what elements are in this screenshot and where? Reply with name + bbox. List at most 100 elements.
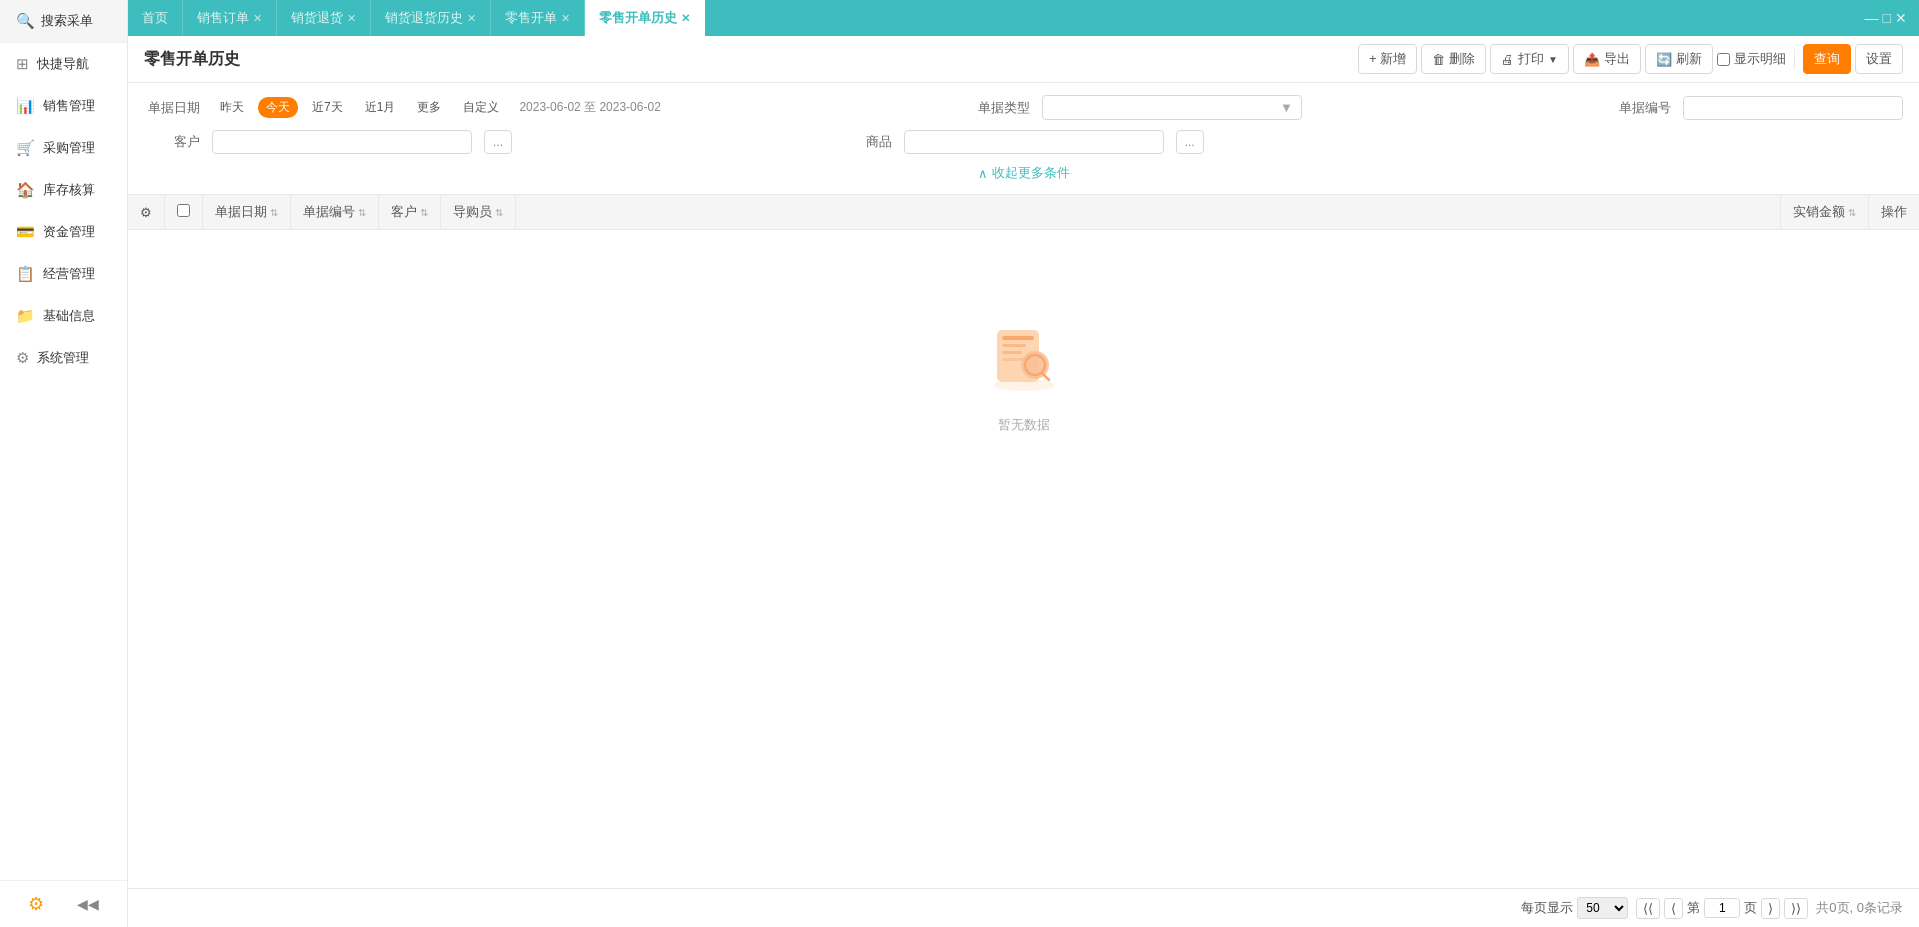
th-action: 操作 [1869, 195, 1920, 230]
settings-bottom-icon[interactable]: ⚙ [28, 893, 44, 915]
sidebar-item-system[interactable]: ⚙ 系统管理 [0, 337, 127, 379]
date-opt-today[interactable]: 今天 [258, 97, 298, 118]
customer-ellipsis-btn[interactable]: ... [484, 130, 512, 154]
date-opt-more[interactable]: 更多 [409, 97, 449, 118]
export-button-label: 导出 [1604, 50, 1630, 68]
collapse-filter-row[interactable]: ∧ 收起更多条件 [144, 164, 1903, 182]
tab-sales-return-history-close[interactable]: ✕ [467, 13, 476, 24]
tabbar: 首页 销售订单 ✕ 销货退货 ✕ 销货退货历史 ✕ 零售开单 ✕ 零售开单历史 … [128, 0, 1919, 36]
th-date[interactable]: 单据日期 ⇅ [203, 195, 291, 230]
delete-button-label: 删除 [1449, 50, 1475, 68]
collapse-sidebar-icon[interactable]: ◀◀ [77, 896, 99, 912]
select-all-checkbox[interactable] [177, 204, 190, 217]
date-sort-icon: ⇅ [270, 207, 278, 218]
date-opt-1month[interactable]: 近1月 [357, 97, 404, 118]
type-filter-select[interactable]: ▼ [1042, 95, 1302, 120]
finance-icon: 💳 [16, 223, 35, 241]
settings-button-label: 设置 [1866, 50, 1892, 68]
sidebar-item-quick-nav[interactable]: ⊞ 快捷导航 [0, 43, 127, 85]
goods-ellipsis-btn[interactable]: ... [1176, 130, 1204, 154]
search-icon: 🔍 [16, 12, 35, 30]
tab-sales-return-close[interactable]: ✕ [347, 13, 356, 24]
tab-sales-return-label: 销货退货 [291, 9, 343, 27]
sidebar-item-label: 系统管理 [37, 349, 89, 367]
minimize-icon[interactable]: — [1865, 10, 1879, 26]
tab-home[interactable]: 首页 [128, 0, 183, 36]
th-customer[interactable]: 客户 ⇅ [379, 195, 441, 230]
tab-retail-open-history[interactable]: 零售开单历史 ✕ [585, 0, 705, 36]
th-number[interactable]: 单据编号 ⇅ [291, 195, 379, 230]
sidebar-item-finance[interactable]: 💳 资金管理 [0, 211, 127, 253]
tab-retail-open-close[interactable]: ✕ [561, 13, 570, 24]
sales-icon: 📊 [16, 97, 35, 115]
export-button[interactable]: 📤 导出 [1573, 44, 1641, 74]
inventory-icon: 🏠 [16, 181, 35, 199]
tab-sales-return[interactable]: 销货退货 ✕ [277, 0, 371, 36]
delete-button[interactable]: 🗑 删除 [1421, 44, 1486, 74]
page-size-select[interactable]: 50 100 200 [1577, 897, 1628, 919]
query-button-label: 查询 [1814, 50, 1840, 68]
page-label: 第 [1687, 899, 1700, 917]
collapse-icon: ∧ [978, 166, 988, 181]
tab-sales-return-history[interactable]: 销货退货历史 ✕ [371, 0, 491, 36]
basics-icon: 📁 [16, 307, 35, 325]
column-settings-icon[interactable]: ⚙ [140, 205, 152, 220]
toolbar-separator [1794, 49, 1795, 69]
date-opt-custom[interactable]: 自定义 [455, 97, 507, 118]
date-options: 昨天 今天 近7天 近1月 更多 自定义 [212, 97, 507, 118]
sidebar-item-inventory[interactable]: 🏠 库存核算 [0, 169, 127, 211]
goods-filter-input[interactable] [904, 130, 1164, 154]
tab-sales-order[interactable]: 销售订单 ✕ [183, 0, 277, 36]
print-button-label: 打印 [1518, 50, 1544, 68]
add-button[interactable]: + 新增 [1358, 44, 1417, 74]
next-page-btn[interactable]: ⟩ [1761, 898, 1780, 919]
tab-home-label: 首页 [142, 9, 168, 27]
page-number-input[interactable] [1704, 898, 1740, 918]
th-spacer [516, 195, 1781, 230]
tab-retail-open-history-close[interactable]: ✕ [681, 13, 690, 24]
sidebar-item-label: 采购管理 [43, 139, 95, 157]
sidebar-item-label: 资金管理 [43, 223, 95, 241]
number-filter-input[interactable] [1683, 96, 1903, 120]
tab-retail-open-label: 零售开单 [505, 9, 557, 27]
empty-state: 暂无数据 [128, 230, 1919, 514]
sidebar-item-purchase-mgmt[interactable]: 🛒 采购管理 [0, 127, 127, 169]
maximize-icon[interactable]: □ [1883, 10, 1891, 26]
sidebar-item-operations[interactable]: 📋 经营管理 [0, 253, 127, 295]
date-opt-yesterday[interactable]: 昨天 [212, 97, 252, 118]
th-guide-label: 导购员 [453, 203, 492, 221]
filter-row-date: 单据日期 昨天 今天 近7天 近1月 更多 自定义 2023-06-02 至 2… [144, 95, 1903, 120]
print-button[interactable]: 🖨 打印 ▼ [1490, 44, 1569, 74]
close-icon[interactable]: ✕ [1895, 10, 1907, 26]
th-guide[interactable]: 导购员 ⇅ [441, 195, 516, 230]
prev-page-btn[interactable]: ⟨ [1664, 898, 1683, 919]
sidebar-search-label: 搜索采单 [41, 12, 93, 30]
table-body: 暂无数据 [128, 230, 1919, 515]
query-button[interactable]: 查询 [1803, 44, 1851, 74]
tab-retail-open-history-label: 零售开单历史 [599, 9, 677, 27]
trash-icon: 🗑 [1432, 52, 1445, 67]
th-amount[interactable]: 实销金额 ⇅ [1781, 195, 1869, 230]
svg-rect-4 [1002, 351, 1022, 354]
first-page-btn[interactable]: ⟨⟨ [1636, 898, 1660, 919]
tab-sales-order-close[interactable]: ✕ [253, 13, 262, 24]
date-range-display: 2023-06-02 至 2023-06-02 [519, 99, 660, 116]
tab-retail-open[interactable]: 零售开单 ✕ [491, 0, 585, 36]
sidebar-item-basics[interactable]: 📁 基础信息 [0, 295, 127, 337]
table-container: ⚙ 单据日期 ⇅ 单据编号 ⇅ [128, 195, 1919, 888]
date-opt-7days[interactable]: 近7天 [304, 97, 351, 118]
th-amount-label: 实销金额 [1793, 203, 1845, 221]
last-page-btn[interactable]: ⟩⟩ [1784, 898, 1808, 919]
amount-sort-icon: ⇅ [1848, 207, 1856, 218]
sidebar-item-sales-mgmt[interactable]: 📊 销售管理 [0, 85, 127, 127]
th-settings[interactable]: ⚙ [128, 195, 165, 230]
sidebar-item-label: 销售管理 [43, 97, 95, 115]
number-filter-label: 单据编号 [1615, 99, 1671, 117]
customer-filter-input[interactable] [212, 130, 472, 154]
show-detail-label: 显示明细 [1734, 50, 1786, 68]
settings-button[interactable]: 设置 [1855, 44, 1903, 74]
refresh-button[interactable]: 🔄 刷新 [1645, 44, 1713, 74]
type-dropdown-icon: ▼ [1280, 100, 1293, 115]
show-detail-checkbox[interactable] [1717, 53, 1730, 66]
sidebar-search[interactable]: 🔍 搜索采单 [0, 0, 127, 43]
